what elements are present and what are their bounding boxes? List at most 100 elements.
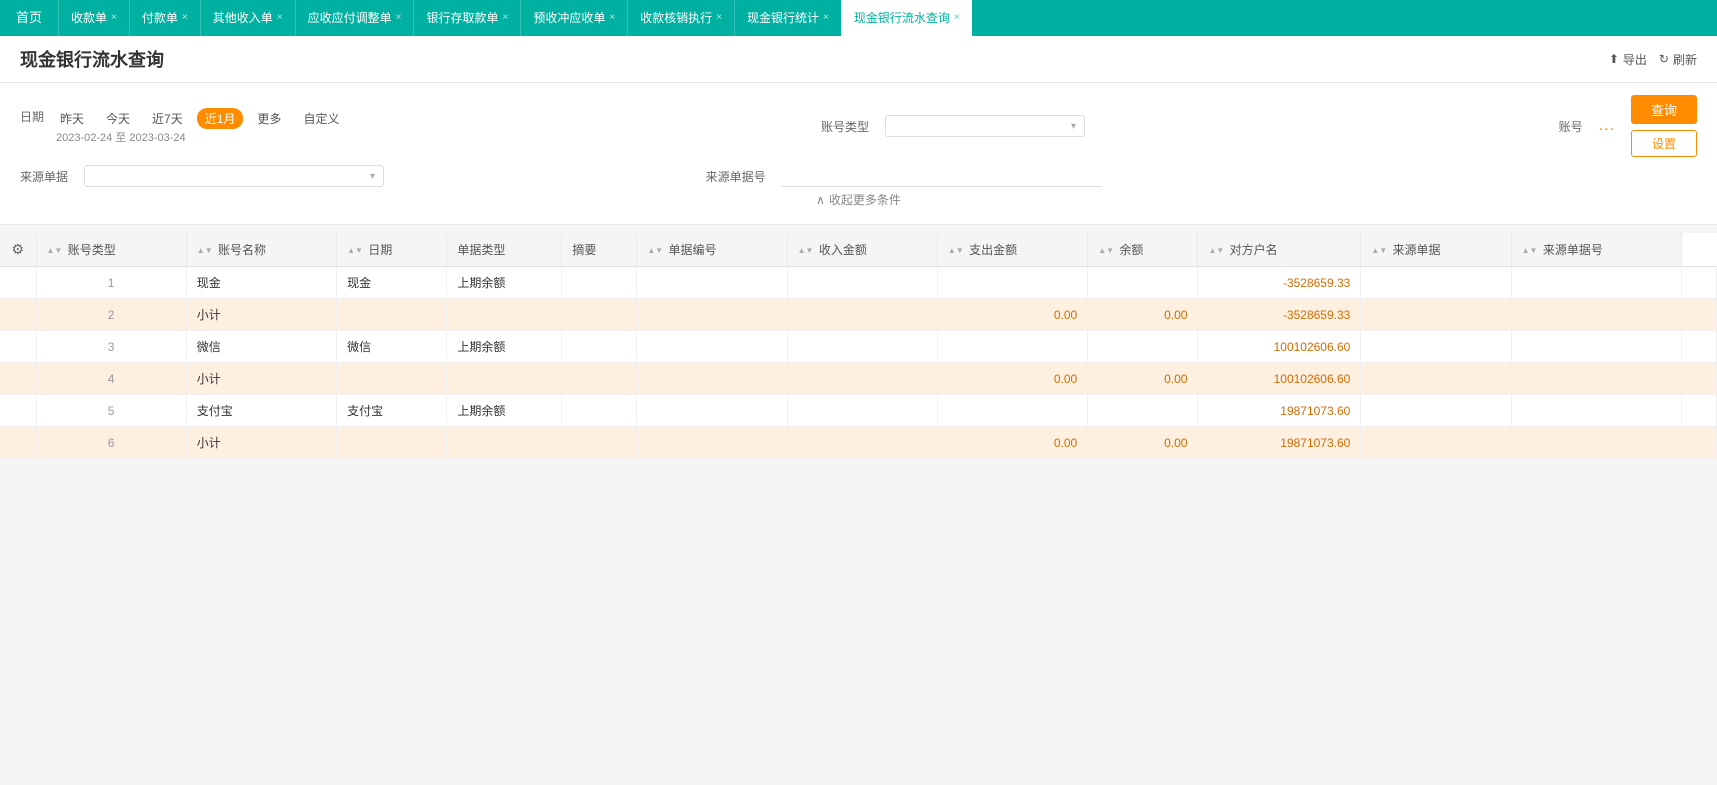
row-settings [0, 395, 36, 427]
close-icon[interactable]: × [277, 0, 283, 36]
date-opt-yesterday[interactable]: 昨天 [52, 108, 92, 129]
account-ellipsis-button[interactable]: ... [1599, 117, 1615, 135]
sort-arrows-icon: ▲▼ [1522, 247, 1538, 255]
sort-arrows-icon: ▲▼ [197, 247, 213, 255]
th-doc-num[interactable]: ▲▼ 单据编号 [637, 233, 787, 267]
th-counterparty[interactable]: ▲▼ 对方户名 [1198, 233, 1361, 267]
tab-payments[interactable]: 付款单 × [129, 0, 200, 36]
account-type-cell: 支付宝 [186, 395, 336, 427]
row-settings [0, 299, 36, 331]
gear-icon[interactable]: ⚙ [11, 241, 24, 257]
refresh-icon: ↻ [1659, 52, 1669, 66]
date-cell: 上期余额 [447, 267, 562, 299]
source-doc-cell [1511, 267, 1681, 299]
th-expense[interactable]: ▲▼ 支出金额 [937, 233, 1087, 267]
close-icon[interactable]: × [609, 0, 615, 36]
top-nav: 首页 收款单 × 付款单 × 其他收入单 × 应收应付调整单 × 银行存取款单 … [0, 0, 1717, 36]
close-icon[interactable]: × [182, 0, 188, 36]
doc-type-cell [562, 427, 637, 459]
sort-arrows-icon: ▲▼ [647, 247, 663, 255]
date-opt-1month[interactable]: 近1月 [197, 108, 244, 129]
th-account-name[interactable]: ▲▼ 账号名称 [186, 233, 336, 267]
sort-arrows-icon: ▲▼ [1371, 247, 1387, 255]
settings-button[interactable]: 设置 [1631, 130, 1697, 157]
th-summary[interactable]: 摘要 [562, 233, 637, 267]
source-doc-num-cell [1681, 267, 1716, 299]
date-range-display: 2023-02-24 至 2023-03-24 [56, 129, 347, 145]
doc-num-cell [787, 299, 937, 331]
account-type-select[interactable]: ▾ [885, 115, 1085, 137]
tab-ar-ap-adjust[interactable]: 应收应付调整单 × [295, 0, 414, 36]
close-icon[interactable]: × [396, 0, 402, 36]
summary-cell [637, 395, 787, 427]
table-row: 4小计0.000.00100102606.60 [0, 363, 1717, 395]
date-opt-custom[interactable]: 自定义 [295, 108, 347, 129]
close-icon[interactable]: × [823, 0, 829, 36]
close-icon[interactable]: × [716, 0, 722, 36]
sort-arrows-icon: ▲▼ [948, 247, 964, 255]
date-opt-today[interactable]: 今天 [98, 108, 138, 129]
date-cell [447, 363, 562, 395]
th-balance[interactable]: ▲▼ 余额 [1088, 233, 1198, 267]
account-name-cell: 微信 [337, 331, 447, 363]
source-doc-cell [1511, 331, 1681, 363]
date-cell [447, 299, 562, 331]
tab-cash-bank-flow[interactable]: 现金银行流水查询 × [841, 0, 972, 36]
account-type-cell: 小计 [186, 363, 336, 395]
sort-arrows-icon: ▲▼ [1208, 247, 1224, 255]
tab-receipt-verify[interactable]: 收款核销执行 × [627, 0, 734, 36]
close-icon[interactable]: × [111, 0, 117, 36]
date-cell [447, 427, 562, 459]
source-doc-num-cell [1681, 331, 1716, 363]
balance-cell: -3528659.33 [1198, 267, 1361, 299]
refresh-button[interactable]: ↻ 刷新 [1659, 51, 1697, 68]
row-settings [0, 267, 36, 299]
doc-num-cell [787, 267, 937, 299]
source-doc-select[interactable]: ▾ [84, 165, 384, 187]
expense-cell: 0.00 [1088, 299, 1198, 331]
summary-cell [637, 363, 787, 395]
counterparty-cell [1361, 331, 1511, 363]
th-account-type[interactable]: ▲▼ 账号类型 [36, 233, 186, 267]
th-source-doc[interactable]: ▲▼ 来源单据 [1361, 233, 1511, 267]
tab-other-income[interactable]: 其他收入单 × [200, 0, 295, 36]
balance-cell: 100102606.60 [1198, 331, 1361, 363]
export-button[interactable]: ⬆ 导出 [1609, 51, 1647, 68]
th-income[interactable]: ▲▼ 收入金额 [787, 233, 937, 267]
income-cell: 0.00 [937, 363, 1087, 395]
source-doc-cell [1511, 427, 1681, 459]
th-date[interactable]: ▲▼ 日期 [337, 233, 447, 267]
date-opt-more[interactable]: 更多 [249, 108, 289, 129]
table-row: 2小计0.000.00-3528659.33 [0, 299, 1717, 331]
row-settings [0, 427, 36, 459]
row-number: 5 [36, 395, 186, 427]
source-doc-num-input[interactable] [782, 166, 1102, 187]
tab-cash-bank-stats[interactable]: 现金银行统计 × [734, 0, 841, 36]
tab-bank-deposit[interactable]: 银行存取款单 × [413, 0, 520, 36]
th-doc-type[interactable]: 单据类型 [447, 233, 562, 267]
th-source-doc-num[interactable]: ▲▼ 来源单据号 [1511, 233, 1681, 267]
collapse-bar[interactable]: ∧ 收起更多条件 [20, 187, 1697, 212]
summary-cell [637, 299, 787, 331]
sort-arrows-icon: ▲▼ [347, 247, 363, 255]
date-opt-7days[interactable]: 近7天 [144, 108, 191, 129]
income-cell: 0.00 [937, 299, 1087, 331]
chevron-down-icon: ▾ [1071, 121, 1076, 132]
row-number: 1 [36, 267, 186, 299]
source-doc-cell [1511, 363, 1681, 395]
account-name-cell [337, 299, 447, 331]
query-button[interactable]: 查询 [1631, 95, 1697, 124]
table-row: 5支付宝支付宝上期余额19871073.60 [0, 395, 1717, 427]
row-number: 4 [36, 363, 186, 395]
income-cell: 0.00 [937, 427, 1087, 459]
date-cell: 上期余额 [447, 331, 562, 363]
home-tab[interactable]: 首页 [0, 0, 58, 36]
doc-type-cell [562, 331, 637, 363]
table-row: 3微信微信上期余额100102606.60 [0, 331, 1717, 363]
table-header-row: ⚙ ▲▼ 账号类型 ▲▼ 账号名称 ▲▼ 日期 单据类型 摘 [0, 233, 1717, 267]
close-icon[interactable]: × [502, 0, 508, 36]
tab-prepay-offset[interactable]: 预收冲应收单 × [520, 0, 627, 36]
tab-receipts[interactable]: 收款单 × [58, 0, 129, 36]
close-icon[interactable]: × [954, 0, 960, 36]
expense-cell [1088, 395, 1198, 427]
